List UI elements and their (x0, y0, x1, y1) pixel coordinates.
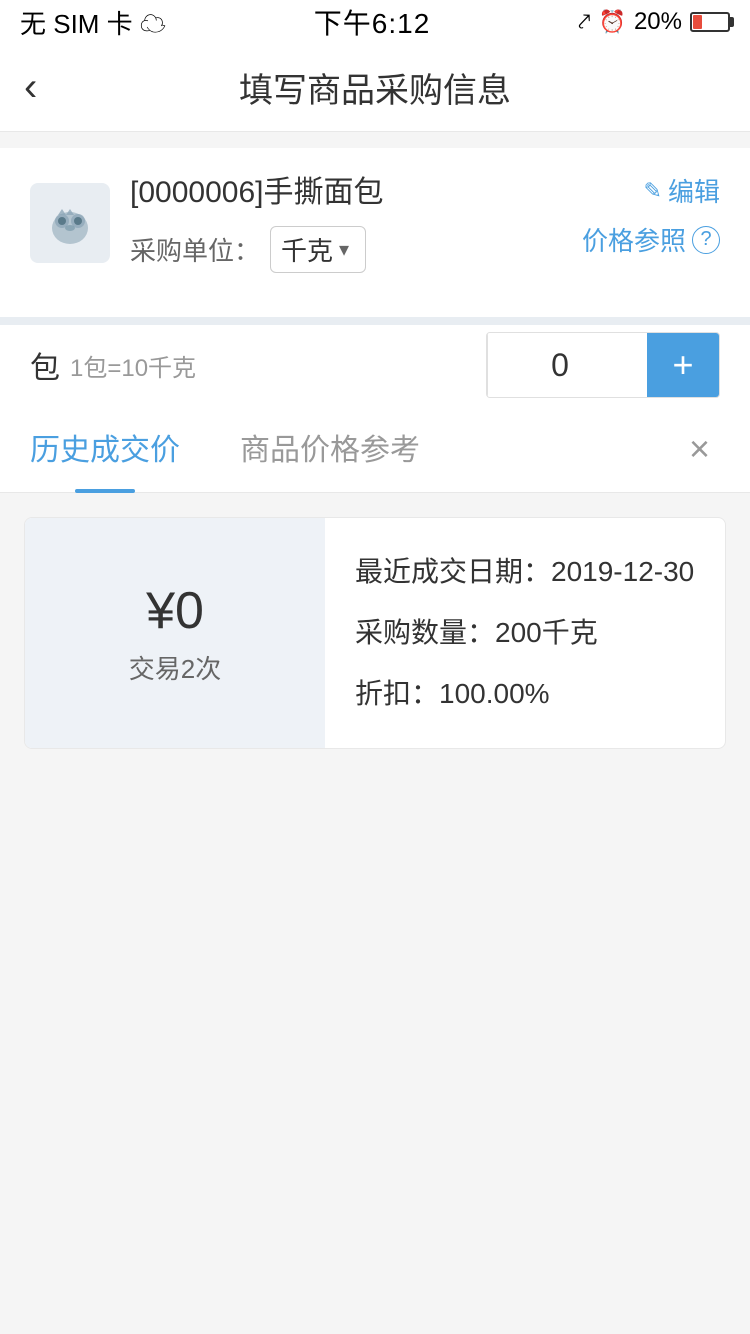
product-section: [0000006]手撕面包 采购单位： 千克 ▾ ✎ 编辑 价格参照 ? (0, 148, 750, 317)
purchase-qty-row: 采购数量：200千克 (355, 611, 695, 656)
product-right: ✎ 编辑 价格参照 ? (582, 172, 720, 258)
close-icon: × (689, 428, 710, 469)
back-icon: ‹ (24, 65, 37, 110)
page-title: 填写商品采购信息 (239, 63, 511, 112)
alarm-icon: ⏰ (599, 9, 626, 35)
price-right: 最近成交日期：2019-12-30 采购数量：200千克 折扣：100.00% (325, 518, 725, 748)
status-left: 无 SIM 卡 ☁ (20, 4, 166, 41)
unit-dropdown-arrow: ▾ (339, 237, 349, 262)
quantity-label: 包 1包=10千克 (30, 343, 196, 387)
tab-close-button[interactable]: × (679, 418, 720, 480)
price-ref-label: 价格参照 (582, 221, 686, 258)
purchase-qty-value: 200千克 (495, 617, 598, 648)
battery-percent: 20% (634, 8, 682, 36)
price-ref-button[interactable]: 价格参照 ? (582, 221, 720, 258)
sim-signal-text: 无 SIM 卡 ☁ (20, 4, 166, 41)
price-left: ¥0 交易2次 (25, 518, 325, 748)
product-name: [0000006]手撕面包 (130, 172, 383, 214)
back-button[interactable]: ‹ (24, 65, 37, 110)
tab-history[interactable]: 历史成交价 (30, 405, 180, 493)
quantity-input[interactable] (487, 333, 647, 397)
price-card-container: ¥0 交易2次 最近成交日期：2019-12-30 采购数量：200千克 折扣：… (0, 493, 750, 773)
price-card: ¥0 交易2次 最近成交日期：2019-12-30 采购数量：200千克 折扣：… (24, 517, 726, 749)
price-ref-help-icon: ? (692, 226, 720, 254)
battery-icon (690, 12, 730, 32)
unit-value: 千克 (281, 231, 333, 268)
location-icon: ⤤ (578, 9, 590, 35)
product-logo (40, 193, 100, 253)
divider (0, 317, 750, 325)
tabs-bar: 历史成交价 商品价格参考 × (0, 405, 750, 493)
discount-label: 折扣： (355, 678, 439, 709)
status-bar: 无 SIM 卡 ☁ 下午6:12 ⤤ ⏰ 20% (0, 0, 750, 44)
product-info: [0000006]手撕面包 采购单位： 千克 ▾ (130, 172, 383, 273)
quantity-control: + (486, 332, 720, 398)
price-trades: 交易2次 (129, 649, 221, 686)
quantity-row: 包 1包=10千克 + (0, 325, 750, 405)
edit-button[interactable]: ✎ 编辑 (644, 172, 720, 209)
recent-date-row: 最近成交日期：2019-12-30 (355, 550, 695, 595)
recent-date-value: 2019-12-30 (551, 556, 694, 587)
status-right: ⤤ ⏰ 20% (578, 8, 730, 36)
price-amount: ¥0 (146, 581, 204, 641)
product-left: [0000006]手撕面包 采购单位： 千克 ▾ (30, 172, 383, 273)
unit-select[interactable]: 千克 ▾ (270, 226, 366, 273)
status-time: 下午6:12 (314, 2, 431, 42)
unit-label: 采购单位： (130, 231, 260, 268)
qty-conversion: 1包=10千克 (70, 348, 196, 383)
purchase-qty-label: 采购数量： (355, 617, 495, 648)
qty-unit: 包 (30, 343, 60, 387)
qty-plus-button[interactable]: + (647, 333, 719, 397)
tab-market[interactable]: 商品价格参考 (240, 405, 420, 493)
product-unit-row: 采购单位： 千克 ▾ (130, 226, 383, 273)
tabs-left: 历史成交价 商品价格参考 (30, 405, 420, 493)
product-header: [0000006]手撕面包 采购单位： 千克 ▾ ✎ 编辑 价格参照 ? (30, 172, 720, 273)
discount-value: 100.00% (439, 678, 550, 709)
edit-label: 编辑 (668, 172, 720, 209)
discount-row: 折扣：100.00% (355, 672, 695, 717)
tabs-section: 历史成交价 商品价格参考 × ¥0 交易2次 最近成交日期：2019-12-30… (0, 405, 750, 773)
edit-icon: ✎ (644, 178, 662, 204)
nav-bar: ‹ 填写商品采购信息 (0, 44, 750, 132)
recent-date-label: 最近成交日期： (355, 556, 551, 587)
product-thumbnail (30, 183, 110, 263)
